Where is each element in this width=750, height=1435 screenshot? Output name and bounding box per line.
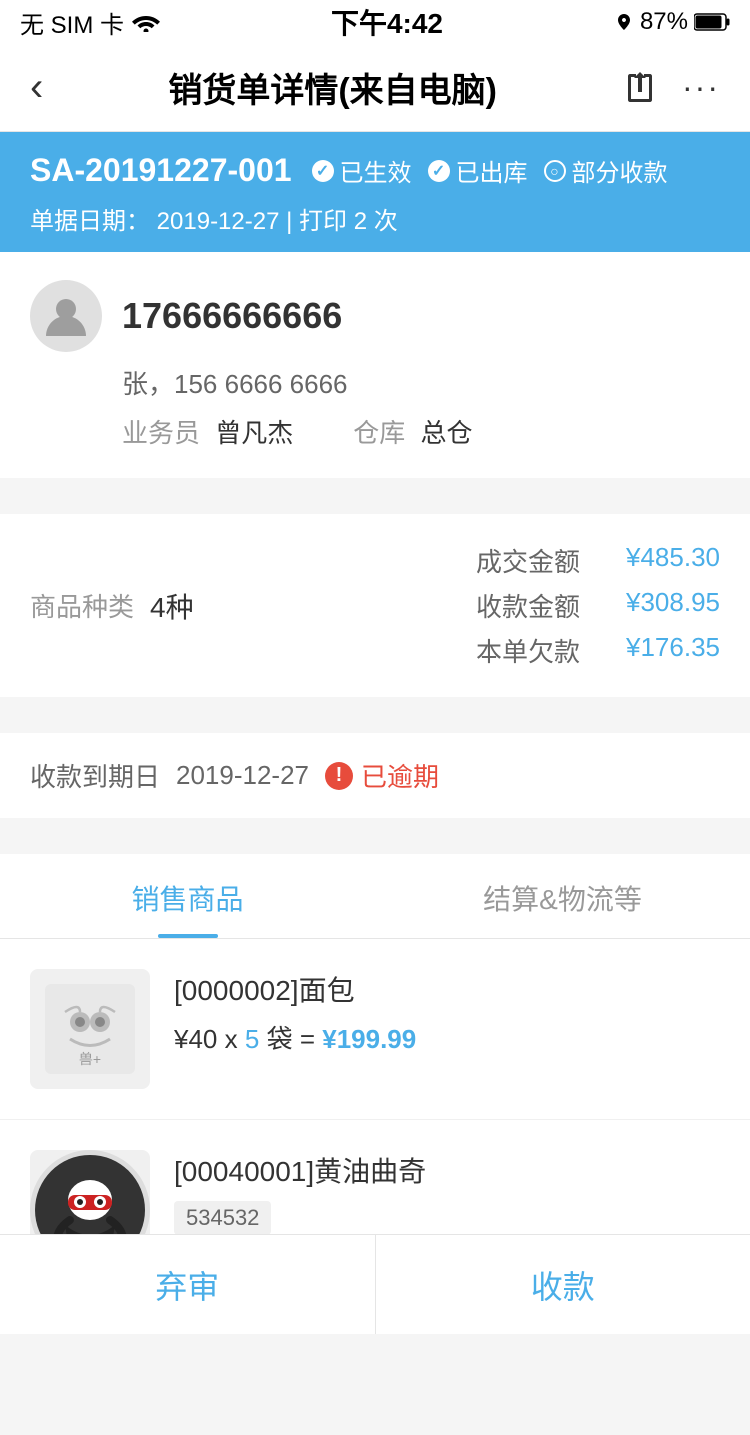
bread-price: ¥40 (174, 1024, 217, 1054)
battery-icon (694, 13, 730, 31)
owed-value: ¥176.35 (600, 632, 720, 669)
cancel-label: 弃审 (155, 1262, 219, 1308)
product-info-bread: [0000002]面包 ¥40 x 5 袋 = ¥199.99 (174, 969, 720, 1056)
page-title: 销货单详情(来自电脑) (168, 63, 497, 112)
bread-placeholder-icon: 兽+ (45, 984, 135, 1074)
location-icon (614, 12, 634, 32)
customer-contact: 张，156 6666 6666 (122, 364, 720, 401)
warehouse-label: 仓库 (353, 418, 405, 448)
clock-icon: ○ (544, 160, 566, 182)
amount-label: 成交金额 (476, 542, 580, 579)
overdue-badge: ! 已逾期 (325, 757, 439, 794)
product-image-bread: 兽+ (30, 969, 150, 1089)
header-banner: SA-20191227-001 ✓ 已生效 ✓ 已出库 ○ 部分收款 单据日期：… (0, 132, 750, 252)
owed-label: 本单欠款 (476, 632, 580, 669)
received-row: 收款金额 ¥308.95 (476, 587, 720, 624)
avatar (30, 280, 102, 352)
salesperson-value: 曾凡杰 (215, 418, 293, 448)
product-tag-cookies: 534532 (174, 1201, 271, 1235)
wifi-icon (132, 12, 160, 32)
type-label: 商品种类 (30, 587, 134, 624)
divider-3 (0, 838, 750, 854)
amount-row: 成交金额 ¥485.30 (476, 542, 720, 579)
order-date: 2019-12-27 (157, 208, 280, 235)
customer-section: 17666666666 张，156 6666 6666 业务员 曾凡杰 仓库 总… (0, 252, 750, 478)
badge-active: ✓ 已生效 (312, 153, 412, 188)
bread-unit: 袋 (267, 1024, 293, 1054)
bread-qty: 5 (245, 1024, 259, 1054)
tab-settlement[interactable]: 结算&物流等 (375, 854, 750, 938)
print-number: 2 (354, 208, 367, 235)
order-date-row: 单据日期： 2019-12-27 | 打印 2 次 (30, 201, 720, 236)
check-icon: ✓ (312, 160, 334, 182)
badge-shipped: ✓ 已出库 (428, 153, 528, 188)
due-label: 收款到期日 (30, 757, 160, 794)
sim-status: 无 SIM 卡 (20, 5, 124, 40)
status-right: 87% (614, 8, 730, 36)
date-label: 单据日期： (30, 208, 150, 235)
amount-value: ¥485.30 (600, 542, 720, 579)
confirm-label: 收款 (531, 1262, 595, 1308)
share-icon[interactable] (622, 70, 658, 106)
type-value: 4种 (150, 586, 194, 626)
customer-id: 17666666666 (122, 295, 342, 337)
product-name-cookies: [00040001]黄油曲奇 (174, 1150, 720, 1190)
status-left: 无 SIM 卡 (20, 5, 160, 40)
tab-products-label: 销售商品 (131, 884, 243, 915)
print-label: 打印 (299, 208, 347, 235)
check-icon-2: ✓ (428, 160, 450, 182)
overdue-text: 已逾期 (361, 757, 439, 794)
summary-section: 商品种类 4种 成交金额 ¥485.30 收款金额 ¥308.95 本单欠款 ¥… (0, 514, 750, 697)
received-value: ¥308.95 (600, 587, 720, 624)
divider-1 (0, 498, 750, 514)
back-button[interactable]: ‹ (30, 65, 43, 110)
svg-text:兽+: 兽+ (79, 1051, 101, 1067)
product-price-bread: ¥40 x 5 袋 = ¥199.99 (174, 1019, 720, 1056)
tabs-section: 销售商品 结算&物流等 (0, 854, 750, 939)
print-unit-text: 次 (374, 208, 398, 235)
bottom-bar: 弃审 收款 (0, 1234, 750, 1334)
amount-summary: 成交金额 ¥485.30 收款金额 ¥308.95 本单欠款 ¥176.35 (476, 542, 720, 669)
more-button[interactable]: ··· (682, 69, 720, 106)
cancel-button[interactable]: 弃审 (0, 1235, 376, 1334)
print-divider: | (286, 208, 299, 235)
product-type-summary: 商品种类 4种 (30, 542, 194, 669)
product-item-bread: 兽+ [0000002]面包 ¥40 x 5 袋 = ¥199.99 (0, 939, 750, 1120)
confirm-button[interactable]: 收款 (376, 1235, 750, 1334)
divider-2 (0, 717, 750, 733)
due-date: 2019-12-27 (176, 760, 309, 791)
owed-row: 本单欠款 ¥176.35 (476, 632, 720, 669)
salesperson-info: 业务员 曾凡杰 (122, 413, 293, 450)
nav-bar: ‹ 销货单详情(来自电脑) ··· (0, 44, 750, 132)
badge-partial: ○ 部分收款 (544, 153, 668, 188)
warehouse-info: 仓库 总仓 (353, 413, 472, 450)
person-icon (41, 291, 91, 341)
tab-settlement-label: 结算&物流等 (483, 884, 642, 915)
bread-total: ¥199.99 (322, 1024, 416, 1054)
product-name-bread: [0000002]面包 (174, 969, 720, 1009)
salesperson-label: 业务员 (122, 418, 200, 448)
status-time: 下午4:42 (331, 2, 443, 42)
warehouse-value: 总仓 (421, 418, 473, 448)
status-bar: 无 SIM 卡 下午4:42 87% (0, 0, 750, 44)
status-badges: ✓ 已生效 ✓ 已出库 ○ 部分收款 (312, 153, 668, 188)
customer-meta: 业务员 曾凡杰 仓库 总仓 (122, 413, 720, 450)
overdue-icon: ! (325, 762, 353, 790)
due-date-section: 收款到期日 2019-12-27 ! 已逾期 (0, 733, 750, 818)
nav-actions: ··· (622, 69, 720, 106)
battery-percent: 87% (640, 8, 688, 36)
order-number: SA-20191227-001 (30, 152, 292, 189)
tab-products[interactable]: 销售商品 (0, 854, 375, 938)
received-label: 收款金额 (476, 587, 580, 624)
